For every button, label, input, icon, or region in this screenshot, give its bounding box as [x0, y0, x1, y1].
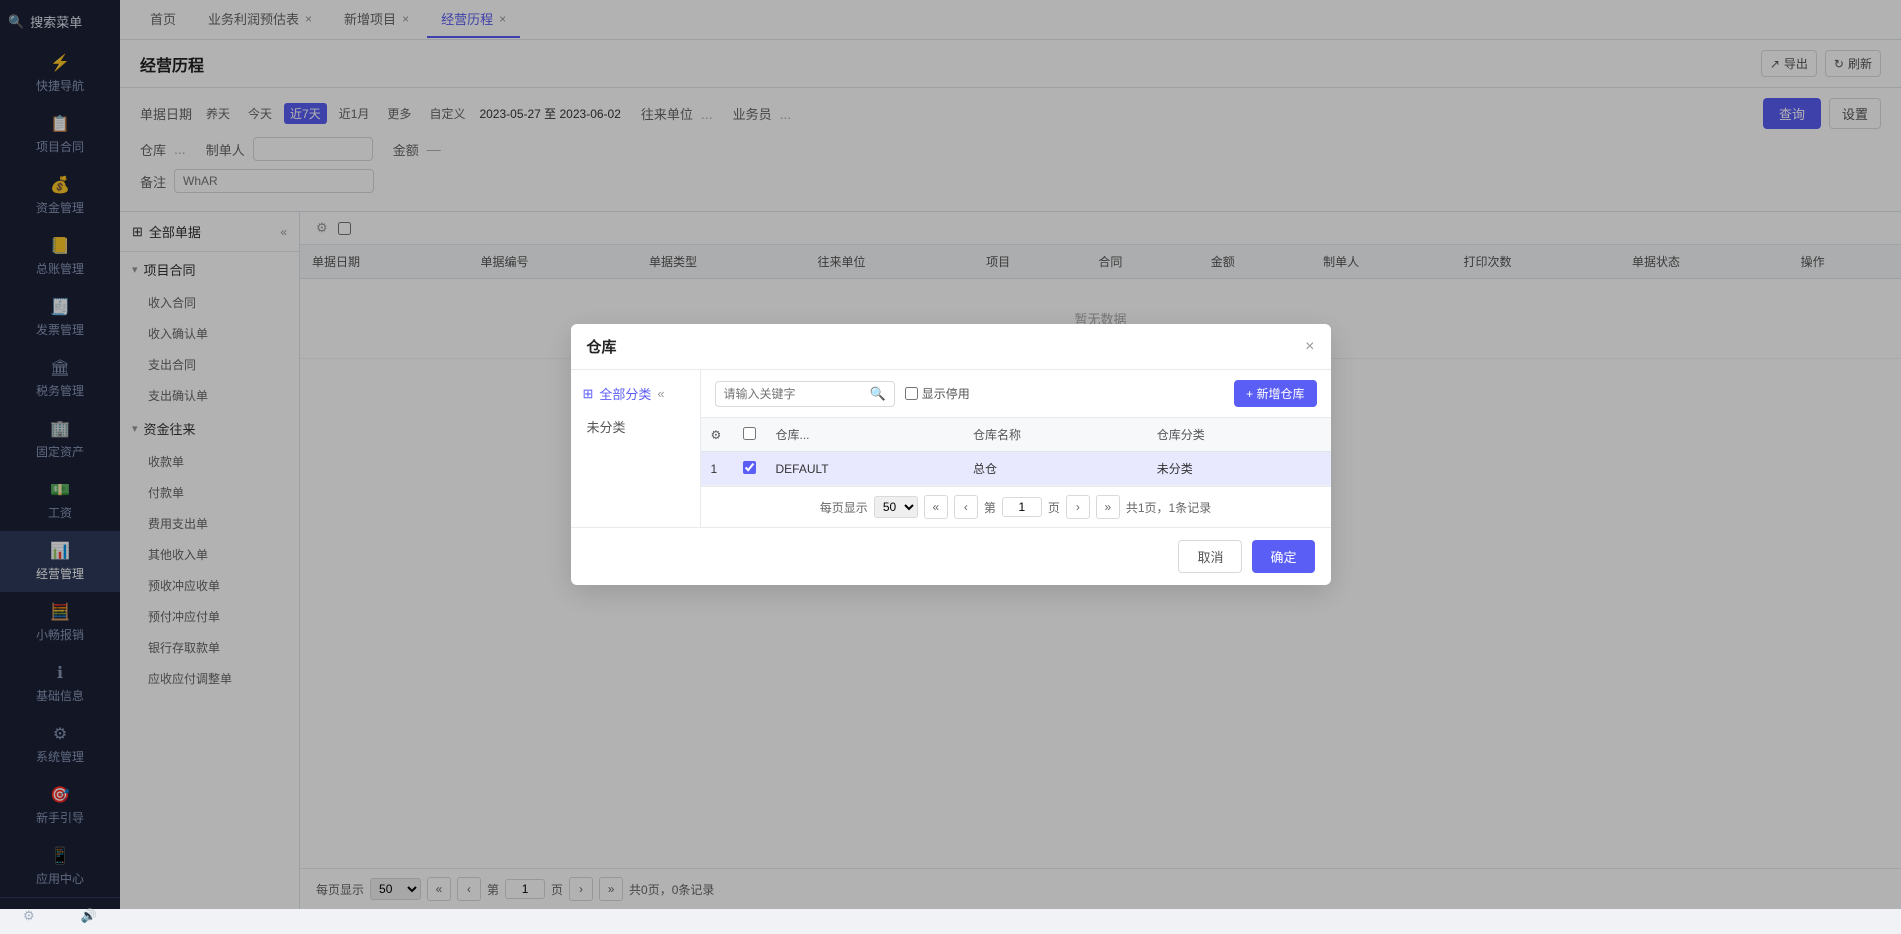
modal-page-size-select[interactable]: 50 — [874, 496, 918, 518]
search-input-wrapper[interactable]: 🔍 — [715, 381, 895, 407]
modal-search-input[interactable] — [724, 387, 864, 401]
modal-left-title: 全部分类 — [599, 384, 651, 403]
add-warehouse-button[interactable]: + 新增仓库 — [1234, 380, 1316, 407]
modal-total-info: 共1页，1条记录 — [1126, 499, 1211, 516]
modal-title: 仓库 — [587, 336, 617, 357]
modal-page-input[interactable] — [1002, 497, 1042, 517]
row-checkbox-cell[interactable] — [733, 452, 766, 486]
modal-right: 🔍 显示停用 + 新增仓库 ⚙ — [701, 370, 1331, 527]
row-checkbox[interactable] — [743, 461, 756, 474]
modal-first-btn[interactable]: « — [924, 495, 948, 519]
col-warehouse-name: 仓库名称 — [963, 418, 1147, 452]
unclassified-label: 未分类 — [587, 417, 626, 436]
modal-page-label: 第 — [984, 499, 996, 516]
table-row[interactable]: 1 DEFAULT 总仓 未分类 — [701, 452, 1331, 486]
show-disabled-checkbox-label[interactable]: 显示停用 — [905, 385, 970, 402]
modal-header: 仓库 × — [571, 324, 1331, 370]
warehouse-modal: 仓库 × ⊞ 全部分类 « 未分类 — [571, 324, 1331, 585]
row-name: 总仓 — [963, 452, 1147, 486]
col-settings: ⚙ — [701, 418, 733, 452]
modal-left-grid-icon: ⊞ — [583, 386, 594, 402]
modal-pagination: 每页显示 50 « ‹ 第 页 › » 共1页，1条记录 — [701, 486, 1331, 527]
modal-left-panel: ⊞ 全部分类 « 未分类 — [571, 370, 701, 527]
cancel-button[interactable]: 取消 — [1178, 540, 1242, 573]
row-category: 未分类 — [1147, 452, 1331, 486]
show-disabled-label: 显示停用 — [922, 385, 970, 402]
show-disabled-checkbox[interactable] — [905, 387, 918, 400]
confirm-button[interactable]: 确定 — [1252, 540, 1314, 573]
modal-close-btn[interactable]: × — [1305, 338, 1314, 356]
modal-search-icon[interactable]: 🔍 — [870, 386, 886, 402]
modal-toolbar: 🔍 显示停用 + 新增仓库 — [701, 370, 1331, 418]
modal-last-btn[interactable]: » — [1096, 495, 1120, 519]
modal-page-unit: 页 — [1048, 499, 1060, 516]
modal-footer: 取消 确定 — [571, 527, 1331, 585]
modal-overlay[interactable]: 仓库 × ⊞ 全部分类 « 未分类 — [0, 0, 1901, 909]
row-code: DEFAULT — [766, 452, 964, 486]
row-index: 1 — [701, 452, 733, 486]
col-warehouse-category: 仓库分类 — [1147, 418, 1331, 452]
modal-prev-btn[interactable]: ‹ — [954, 495, 978, 519]
sidebar-settings-icon[interactable]: ⚙ — [23, 908, 35, 924]
sidebar-audio-icon[interactable]: 🔊 — [81, 908, 97, 924]
modal-table: ⚙ 仓库... 仓库名称 仓库分类 1 DEFAULT — [701, 418, 1331, 486]
modal-left-collapse-btn[interactable]: « — [657, 386, 664, 401]
modal-next-btn[interactable]: › — [1066, 495, 1090, 519]
modal-left-item-unclassified[interactable]: 未分类 — [571, 409, 700, 444]
warehouse-table: ⚙ 仓库... 仓库名称 仓库分类 1 DEFAULT — [701, 418, 1331, 486]
warehouse-table-header: ⚙ 仓库... 仓库名称 仓库分类 — [701, 418, 1331, 452]
select-all-checkbox[interactable] — [743, 427, 756, 440]
modal-body: ⊞ 全部分类 « 未分类 🔍 显示停用 — [571, 370, 1331, 527]
modal-left-header: ⊞ 全部分类 « — [571, 378, 700, 409]
col-warehouse-code: 仓库... — [766, 418, 964, 452]
modal-page-size-label: 每页显示 — [820, 499, 868, 516]
col-checkbox — [733, 418, 766, 452]
